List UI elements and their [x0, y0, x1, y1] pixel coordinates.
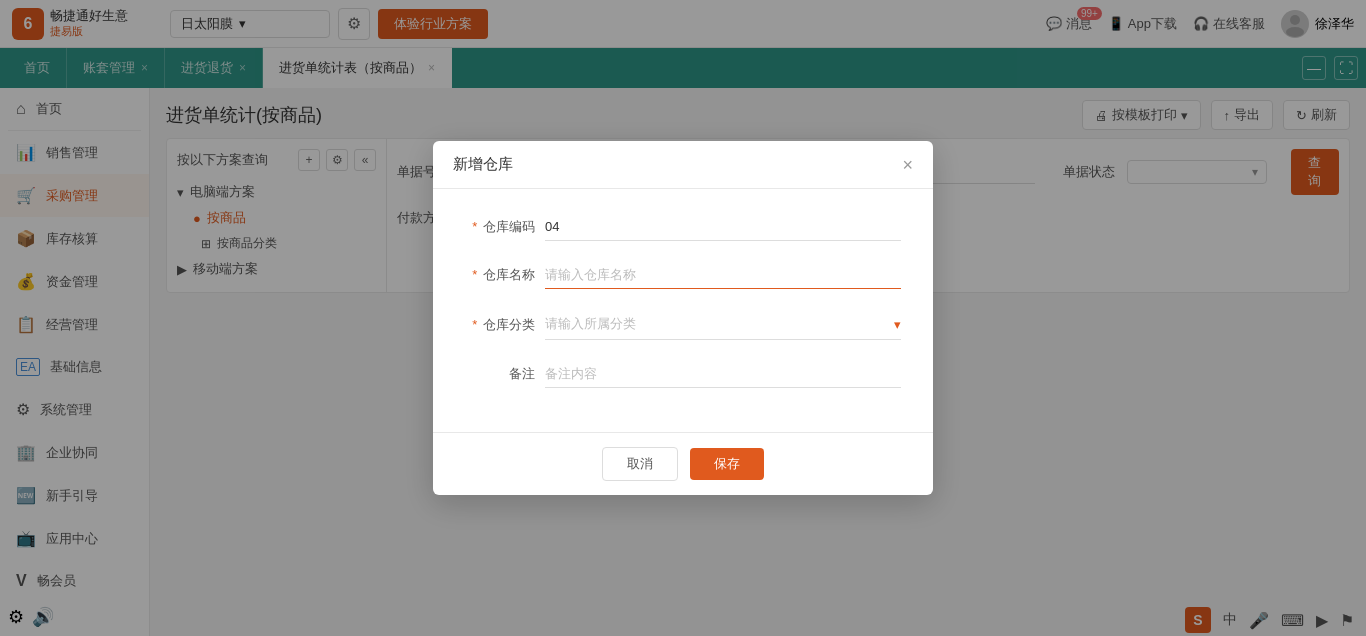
name-input[interactable]	[545, 261, 901, 289]
category-select[interactable]: 请输入所属分类 ▾	[545, 309, 901, 340]
code-label: * 仓库编码	[465, 218, 545, 236]
code-input[interactable]	[545, 213, 901, 241]
modal-overlay: 新增仓库 × * 仓库编码 * 仓库名称	[0, 0, 1366, 636]
code-field	[545, 213, 901, 241]
remark-input[interactable]	[545, 360, 901, 388]
required-star-name: *	[472, 267, 477, 282]
modal-header: 新增仓库 ×	[433, 141, 933, 189]
required-star-category: *	[472, 317, 477, 332]
new-warehouse-modal: 新增仓库 × * 仓库编码 * 仓库名称	[433, 141, 933, 495]
save-button[interactable]: 保存	[690, 448, 764, 480]
modal-title: 新增仓库	[453, 155, 513, 174]
form-row-category: * 仓库分类 请输入所属分类 ▾	[465, 309, 901, 340]
cancel-button[interactable]: 取消	[602, 447, 678, 481]
form-row-code: * 仓库编码	[465, 213, 901, 241]
modal-footer: 取消 保存	[433, 432, 933, 495]
modal-body: * 仓库编码 * 仓库名称 *	[433, 189, 933, 432]
remark-field	[545, 360, 901, 388]
name-field	[545, 261, 901, 289]
form-row-remark: 备注	[465, 360, 901, 388]
form-row-name: * 仓库名称	[465, 261, 901, 289]
category-field: 请输入所属分类 ▾	[545, 309, 901, 340]
modal-close-button[interactable]: ×	[902, 156, 913, 174]
name-label: * 仓库名称	[465, 266, 545, 284]
remark-label: 备注	[465, 365, 545, 383]
category-chevron-icon: ▾	[894, 317, 901, 332]
category-placeholder: 请输入所属分类	[545, 315, 636, 333]
category-label: * 仓库分类	[465, 316, 545, 334]
required-star-code: *	[472, 219, 477, 234]
